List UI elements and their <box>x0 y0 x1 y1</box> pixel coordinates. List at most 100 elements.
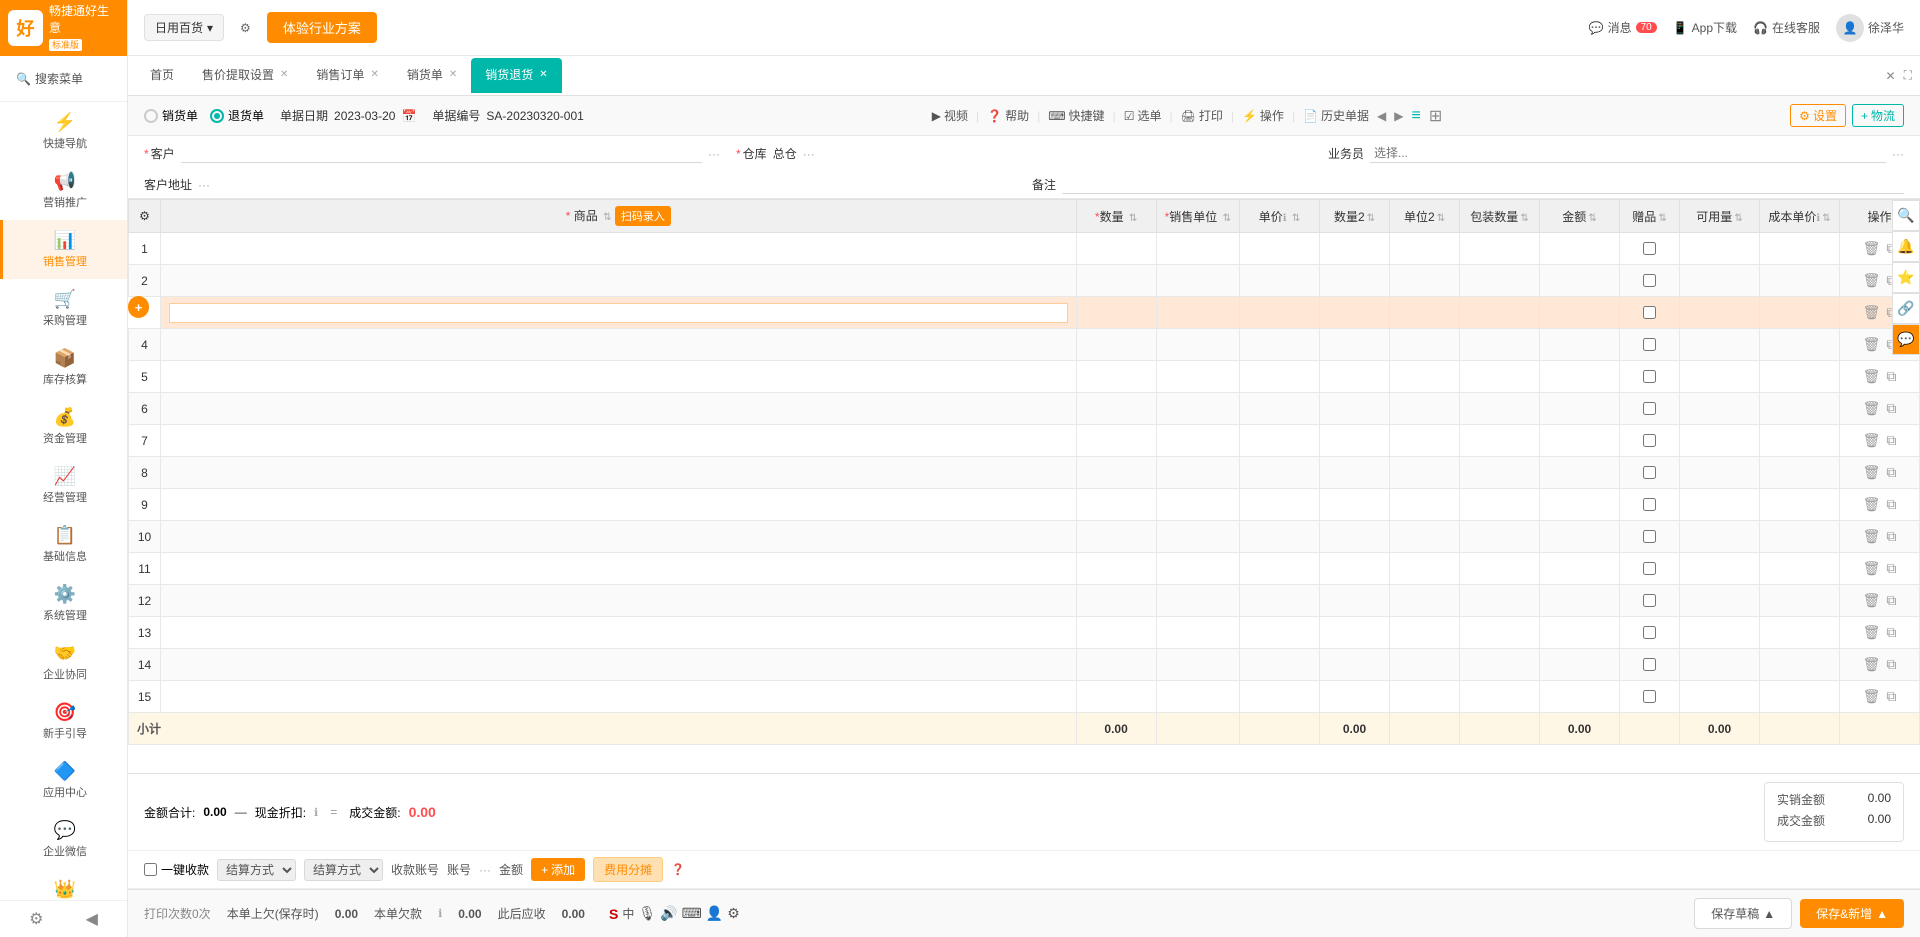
sidebar-item-sales[interactable]: 📊 销售管理 <box>0 220 127 279</box>
app-download-btn[interactable]: 📱 App下载 <box>1673 19 1737 36</box>
copy-icon[interactable]: ⧉ <box>1886 688 1896 705</box>
edge-link[interactable]: 🔗 <box>1892 293 1920 324</box>
account-dots[interactable]: ··· <box>479 863 491 877</box>
row-2-gift-check[interactable] <box>1643 274 1656 287</box>
sidebar-item-operations[interactable]: 📈 经营管理 <box>0 456 127 515</box>
salesperson-input[interactable] <box>1370 144 1886 163</box>
date-value[interactable]: 2023-03-20 <box>334 109 395 123</box>
video-action[interactable]: ▶ 视频 <box>932 107 968 124</box>
copy-icon[interactable]: ⧉ <box>1886 400 1896 417</box>
radio-sale[interactable]: 销货单 <box>144 107 198 124</box>
row-1-product[interactable] <box>161 233 1077 265</box>
row-1-unit2[interactable] <box>1390 233 1460 265</box>
wuliu-btn[interactable]: + 物流 <box>1852 104 1904 127</box>
row-1-qty2[interactable] <box>1320 233 1390 265</box>
experience-btn[interactable]: 体验行业方案 <box>267 12 377 43</box>
edge-chat[interactable]: 💬 <box>1892 324 1920 355</box>
search-menu-item[interactable]: 🔍 搜索菜单 <box>8 64 119 93</box>
row-1-qty[interactable] <box>1076 233 1156 265</box>
tab-home[interactable]: 首页 <box>136 58 188 93</box>
tab-sales-return-close[interactable]: ✕ <box>539 69 547 80</box>
settings-btn[interactable]: ⚙ 设置 <box>1790 104 1846 127</box>
row-1-gift-check[interactable] <box>1643 242 1656 255</box>
add-payment-btn[interactable]: + 添加 <box>531 858 585 881</box>
calc-select[interactable]: 结算方式 <box>304 859 383 881</box>
row-3-qty2[interactable] <box>1320 297 1390 329</box>
grid-view-icon[interactable]: ⊞ <box>1429 106 1442 126</box>
delete-icon[interactable]: 🗑 <box>1863 560 1881 577</box>
delete-icon[interactable]: 🗑 <box>1863 656 1881 673</box>
row-2-product[interactable] <box>161 265 1077 297</box>
row-2-avail[interactable] <box>1680 265 1760 297</box>
prev-record-icon[interactable]: ◀ <box>1377 109 1386 123</box>
copy-icon[interactable]: ⧉ <box>1886 624 1896 641</box>
delete-icon[interactable]: 🗑 <box>1863 240 1881 257</box>
print-action[interactable]: 🖨 打印 <box>1181 107 1223 124</box>
row-3-unit2[interactable] <box>1390 297 1460 329</box>
row-3-unit[interactable] <box>1156 297 1239 329</box>
operation-action[interactable]: ⚡ 操作 <box>1242 107 1284 124</box>
list-view-icon[interactable]: ≡ <box>1412 107 1421 125</box>
row-1-amount[interactable] <box>1540 233 1620 265</box>
delete-icon[interactable]: 🗑 <box>1863 624 1881 641</box>
next-record-icon[interactable]: ▶ <box>1394 109 1403 123</box>
delete-icon[interactable]: 🗑 <box>1863 496 1881 513</box>
copy-icon[interactable]: ⧉ <box>1886 592 1896 609</box>
row-3-pkg[interactable] <box>1460 297 1540 329</box>
delete-icon[interactable]: 🗑 <box>1863 400 1881 417</box>
expand-tab-icon[interactable]: ⛶ <box>1904 68 1912 83</box>
edge-star[interactable]: ⭐ <box>1892 262 1920 293</box>
copy-icon[interactable]: ⧉ <box>1886 464 1896 481</box>
row-3-product-input[interactable] <box>169 303 1068 323</box>
sort-unit-icon[interactable]: ⇅ <box>1223 213 1231 224</box>
delete-icon[interactable]: 🗑 <box>1863 464 1881 481</box>
sidebar-item-enterprise[interactable]: 🤝 企业协同 <box>0 633 127 692</box>
sort-qty-icon[interactable]: ⇅ <box>1129 213 1137 224</box>
row-1-price[interactable] <box>1240 233 1320 265</box>
history-action[interactable]: 📄 历史单据 <box>1303 107 1369 124</box>
row-1-pkg[interactable] <box>1460 233 1540 265</box>
cash-info-icon[interactable]: ℹ <box>314 806 318 819</box>
row-2-unit[interactable] <box>1156 265 1239 297</box>
user-avatar-btn[interactable]: 👤 徐泽华 <box>1836 14 1904 42</box>
cost-split-btn[interactable]: 费用分摊 <box>593 857 663 882</box>
help-action[interactable]: ❓ 帮助 <box>987 107 1029 124</box>
collapse-icon[interactable]: ◀ <box>86 909 98 929</box>
row-3-gift[interactable] <box>1620 297 1680 329</box>
topbar-gear-btn[interactable]: ⚙ <box>232 17 259 39</box>
sort-amount-icon[interactable]: ⇅ <box>1588 213 1596 224</box>
row-3-cost[interactable] <box>1760 297 1840 329</box>
copy-icon[interactable]: ⧉ <box>1886 368 1896 385</box>
speaker-icon[interactable]: 🔊 <box>660 905 677 922</box>
sidebar-item-marketing[interactable]: 📢 营销推广 <box>0 161 127 220</box>
customer-input[interactable] <box>181 144 702 163</box>
delete-icon[interactable]: 🗑 <box>1863 592 1881 609</box>
sort-product-icon[interactable]: ⇅ <box>603 212 611 223</box>
row-2-qty2[interactable] <box>1320 265 1390 297</box>
salesperson-dots[interactable]: ··· <box>1892 147 1904 161</box>
row-2-cost[interactable] <box>1760 265 1840 297</box>
copy-icon[interactable]: ⧉ <box>1886 496 1896 513</box>
select-action[interactable]: ☑ 选单 <box>1124 107 1162 124</box>
row-3-amount[interactable] <box>1540 297 1620 329</box>
note-input[interactable] <box>1062 175 1904 194</box>
row-1-unit[interactable] <box>1156 233 1239 265</box>
one-click-payment-check[interactable] <box>144 863 157 876</box>
copy-icon[interactable]: ⧉ <box>1886 656 1896 673</box>
cost-info-icon[interactable]: ℹ <box>1816 213 1820 224</box>
row-3-avail[interactable] <box>1680 297 1760 329</box>
tab-sales-return[interactable]: 销货退货 ✕ <box>471 58 561 93</box>
delete-icon[interactable]: 🗑 <box>1863 528 1881 545</box>
scan-btn[interactable]: 扫码录入 <box>615 206 671 226</box>
sidebar-item-system[interactable]: ⚙️ 系统管理 <box>0 574 127 633</box>
row-3-qty[interactable] <box>1076 297 1156 329</box>
price-info-icon[interactable]: ℹ <box>1283 213 1287 224</box>
delete-icon[interactable]: 🗑 <box>1863 368 1881 385</box>
message-btn[interactable]: 💬 消息 70 <box>1589 19 1657 36</box>
close-tab-icon[interactable]: ✕ <box>1886 69 1896 83</box>
row-1-cost[interactable] <box>1760 233 1840 265</box>
tab-price-settings-close[interactable]: ✕ <box>280 69 288 80</box>
delete-icon[interactable]: 🗑 <box>1863 336 1881 353</box>
tab-sales-delivery[interactable]: 销货单 ✕ <box>393 58 471 93</box>
customer-dots[interactable]: ··· <box>708 147 720 161</box>
